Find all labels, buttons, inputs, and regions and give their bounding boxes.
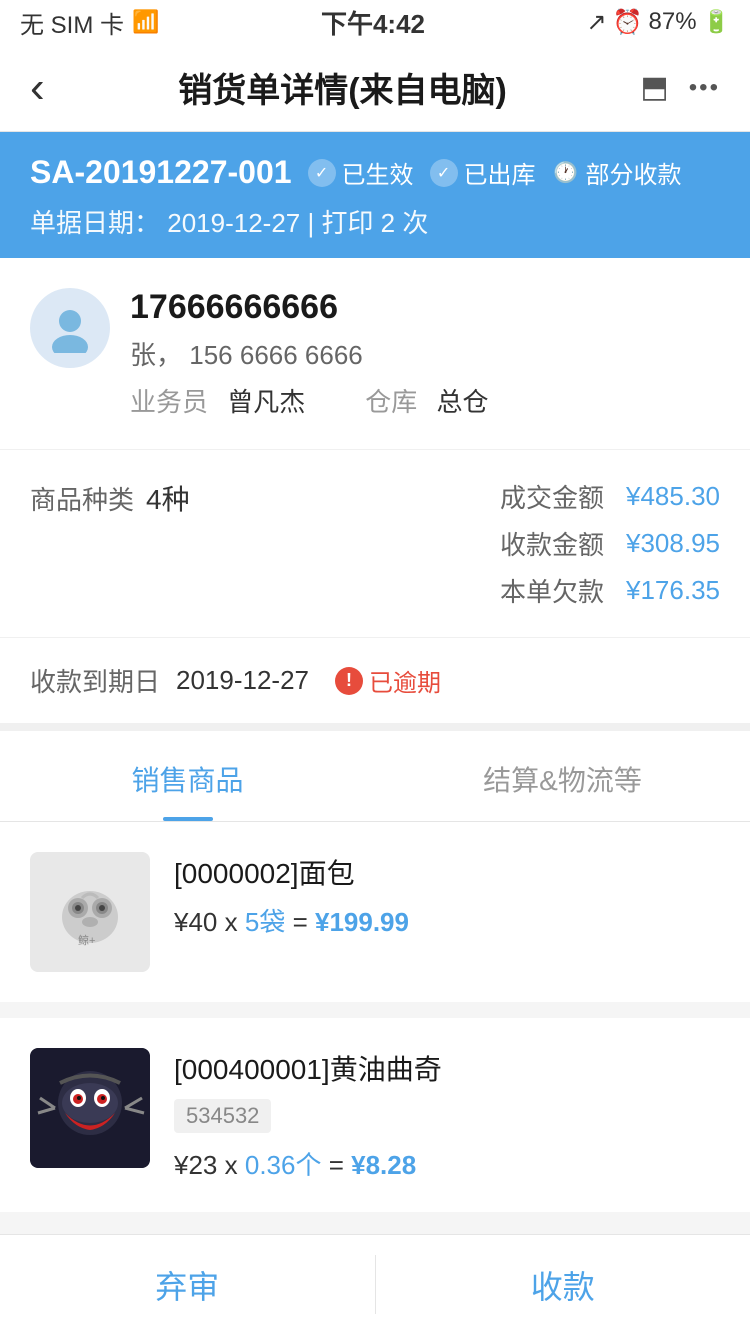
nav-bar: ‹ 销货单详情(来自电脑) ⬒ •••	[0, 44, 750, 132]
transaction-row: 成交金额 ¥485.30	[500, 478, 720, 515]
customer-account: 17666666666	[130, 288, 720, 327]
owl-image: 鲸+	[30, 852, 150, 972]
product-batch-2: 534532	[174, 1099, 271, 1133]
received-row: 收款金额 ¥308.95	[500, 525, 720, 562]
status-bar: 无 SIM 卡 📶 下午4:42 ↗ ⏰ 87% 🔋	[0, 0, 750, 44]
customer-section: 17666666666 张， 156 6666 6666 业务员 曾凡杰 仓库 …	[0, 258, 750, 450]
due-label: 收款到期日	[30, 662, 160, 699]
due-date: 2019-12-27	[176, 665, 309, 696]
product-total-2: ¥8.28	[351, 1150, 416, 1180]
check-icon-1: ✓	[308, 159, 336, 187]
ninja-icon	[30, 1048, 150, 1168]
order-header-top: SA-20191227-001 ✓ 已生效 ✓ 已出库 🕐 部分收款	[30, 154, 720, 191]
product-unit-price-1: ¥40	[174, 907, 217, 937]
battery-icon: 🔋	[703, 9, 730, 35]
clock-icon: 🕐	[552, 159, 580, 187]
product-info-2: [000400001]黄油曲奇 534532 ¥23 x 0.36个 = ¥8.…	[174, 1048, 720, 1182]
status-badge-3: 🕐 部分收款	[552, 155, 682, 190]
order-date: 2019-12-27	[167, 208, 300, 238]
stats-section: 商品种类 4种 成交金额 ¥485.30 收款金额 ¥308.95 本单欠款 ¥…	[0, 450, 750, 638]
category-label: 商品种类	[30, 480, 134, 517]
order-meta: 单据日期： 2019-12-27 | 打印 2 次	[30, 203, 720, 240]
owl-icon: 鲸+	[50, 872, 130, 952]
due-section: 收款到期日 2019-12-27 ! 已逾期	[0, 638, 750, 731]
product-unit-price-2: ¥23	[174, 1150, 217, 1180]
avatar-icon	[45, 303, 95, 353]
owed-row: 本单欠款 ¥176.35	[500, 572, 720, 609]
share-icon[interactable]: ⬒	[640, 70, 668, 105]
alarm-icon: ⏰	[613, 8, 643, 37]
bottom-bar: 弃审 收款	[0, 1234, 750, 1334]
product-name-1: [0000002]面包	[174, 852, 720, 892]
product-qty-1: 5袋	[245, 907, 285, 937]
product-price-2: ¥23 x 0.36个 = ¥8.28	[174, 1145, 720, 1182]
overdue-icon: !	[335, 667, 363, 695]
customer-info: 17666666666 张， 156 6666 6666 业务员 曾凡杰 仓库 …	[130, 288, 720, 419]
stats-right: 成交金额 ¥485.30 收款金额 ¥308.95 本单欠款 ¥176.35	[500, 478, 720, 609]
category-count: 4种	[146, 478, 190, 518]
customer-phone: 张， 156 6666 6666	[130, 335, 720, 372]
stats-left: 商品种类 4种	[30, 478, 190, 518]
check-icon-2: ✓	[430, 159, 458, 187]
sales-label: 业务员 曾凡杰	[130, 382, 305, 419]
product-name-2: [000400001]黄油曲奇	[174, 1048, 720, 1088]
tab-settlement[interactable]: 结算&物流等	[375, 731, 750, 821]
abandon-review-button[interactable]: 弃审	[0, 1235, 375, 1334]
wifi-icon: 📶	[132, 9, 159, 35]
status-badge-2: ✓ 已出库	[430, 155, 536, 190]
nav-right: ⬒ •••	[640, 70, 720, 105]
received-value: ¥308.95	[620, 528, 720, 559]
more-icon[interactable]: •••	[689, 74, 720, 102]
product-thumb-2	[30, 1048, 150, 1168]
order-id: SA-20191227-001	[30, 154, 292, 191]
svg-text:鲸+: 鲸+	[78, 933, 95, 947]
product-info-1: [0000002]面包 ¥40 x 5袋 = ¥199.99	[174, 852, 720, 939]
status-badge-1: ✓ 已生效	[308, 155, 414, 190]
product-list: 鲸+ [0000002]面包 ¥40 x 5袋 = ¥199.99	[0, 822, 750, 1212]
owed-value: ¥176.35	[620, 575, 720, 606]
product-qty-2: 0.36个	[245, 1150, 322, 1180]
overdue-text: 已逾期	[369, 663, 441, 698]
back-button[interactable]: ‹	[30, 63, 45, 113]
status-time: 下午4:42	[321, 4, 425, 41]
order-header: SA-20191227-001 ✓ 已生效 ✓ 已出库 🕐 部分收款 单据日期：…	[0, 132, 750, 258]
owed-label: 本单欠款	[500, 572, 604, 609]
product-item-1: 鲸+ [0000002]面包 ¥40 x 5袋 = ¥199.99	[0, 822, 750, 1002]
date-label: 单据日期：	[30, 208, 160, 238]
tab-sales-products[interactable]: 销售商品	[0, 731, 375, 821]
transaction-label: 成交金额	[500, 478, 604, 515]
status-left: 无 SIM 卡 📶	[20, 5, 159, 40]
ninja-image	[30, 1048, 150, 1168]
customer-meta: 业务员 曾凡杰 仓库 总仓	[130, 382, 720, 419]
avatar	[30, 288, 110, 368]
collect-payment-button[interactable]: 收款	[376, 1235, 750, 1334]
tabs: 销售商品 结算&物流等	[0, 731, 750, 822]
product-item-2: [000400001]黄油曲奇 534532 ¥23 x 0.36个 = ¥8.…	[0, 1018, 750, 1212]
product-thumb-1: 鲸+	[30, 852, 150, 972]
nav-left: ‹	[30, 63, 45, 113]
transaction-value: ¥485.30	[620, 481, 720, 512]
carrier-label: 无 SIM 卡	[20, 5, 124, 40]
warehouse-label: 仓库 总仓	[365, 382, 488, 419]
product-price-1: ¥40 x 5袋 = ¥199.99	[174, 902, 720, 939]
battery-label: 87%	[649, 8, 697, 36]
received-label: 收款金额	[500, 525, 604, 562]
page-title: 销货单详情(来自电脑)	[178, 63, 507, 112]
print-info: | 打印 2 次	[307, 208, 428, 238]
status-right: ↗ ⏰ 87% 🔋	[587, 8, 730, 37]
location-icon: ↗	[587, 8, 607, 37]
overdue-badge: ! 已逾期	[335, 663, 441, 698]
product-total-1: ¥199.99	[315, 907, 409, 937]
